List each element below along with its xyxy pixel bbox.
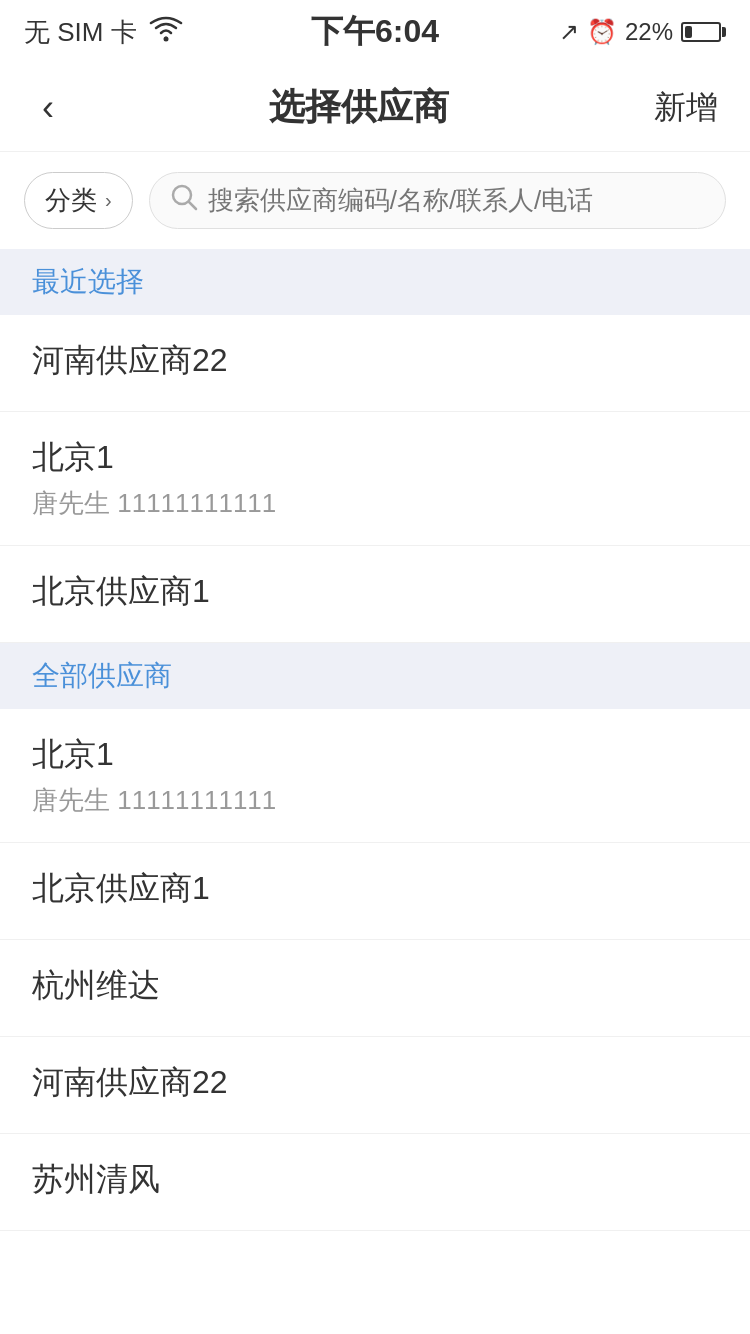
status-bar: 无 SIM 卡 下午6:04 ↗ ⏰ 22% xyxy=(0,0,750,64)
recent-section-label: 最近选择 xyxy=(32,266,144,297)
list-item[interactable]: 河南供应商22 xyxy=(0,1037,750,1134)
item-name: 苏州清风 xyxy=(32,1158,718,1202)
search-input[interactable] xyxy=(208,185,705,216)
item-name: 河南供应商22 xyxy=(32,339,718,383)
search-box[interactable] xyxy=(149,172,726,229)
nav-bar: ‹ 选择供应商 新增 xyxy=(0,64,750,152)
all-list: 北京1 唐先生 11111111111 北京供应商1 杭州维达河南供应商22 苏州清风 xyxy=(0,709,750,1231)
all-section-label: 全部供应商 xyxy=(32,660,172,691)
add-button[interactable]: 新增 xyxy=(654,86,718,130)
battery-percent: 22% xyxy=(625,18,673,46)
battery-icon xyxy=(681,22,726,42)
list-item[interactable]: 北京1 唐先生 11111111111 xyxy=(0,412,750,546)
list-item[interactable]: 苏州清风 xyxy=(0,1134,750,1231)
list-item[interactable]: 北京供应商1 xyxy=(0,546,750,643)
location-icon: ↗ xyxy=(559,18,579,46)
recent-list: 河南供应商22 北京1 唐先生 11111111111 北京供应商1 xyxy=(0,315,750,643)
filter-bar: 分类 › xyxy=(0,152,750,249)
list-item[interactable]: 河南供应商22 xyxy=(0,315,750,412)
item-sub: 唐先生 11111111111 xyxy=(32,486,718,521)
status-left: 无 SIM 卡 xyxy=(24,15,183,50)
item-name: 北京1 xyxy=(32,436,718,480)
item-name: 北京供应商1 xyxy=(32,867,718,911)
status-right: ↗ ⏰ 22% xyxy=(559,18,726,46)
item-name: 北京供应商1 xyxy=(32,570,718,614)
item-name: 河南供应商22 xyxy=(32,1061,718,1105)
category-label: 分类 xyxy=(45,183,97,218)
item-name: 杭州维达 xyxy=(32,964,718,1008)
item-sub: 唐先生 11111111111 xyxy=(32,783,718,818)
category-button[interactable]: 分类 › xyxy=(24,172,133,229)
list-item[interactable]: 北京1 唐先生 11111111111 xyxy=(0,709,750,843)
svg-line-2 xyxy=(189,202,196,209)
wifi-icon xyxy=(149,16,183,49)
search-icon xyxy=(170,183,198,218)
svg-point-0 xyxy=(163,36,168,41)
recent-section-header: 最近选择 xyxy=(0,249,750,315)
list-item[interactable]: 北京供应商1 xyxy=(0,843,750,940)
back-button[interactable]: ‹ xyxy=(32,77,64,139)
all-section-header: 全部供应商 xyxy=(0,643,750,709)
alarm-icon: ⏰ xyxy=(587,18,617,46)
chevron-right-icon: › xyxy=(105,189,112,212)
list-item[interactable]: 杭州维达 xyxy=(0,940,750,1037)
page-title: 选择供应商 xyxy=(269,83,449,132)
carrier-text: 无 SIM 卡 xyxy=(24,15,137,50)
item-name: 北京1 xyxy=(32,733,718,777)
status-time: 下午6:04 xyxy=(311,10,439,54)
